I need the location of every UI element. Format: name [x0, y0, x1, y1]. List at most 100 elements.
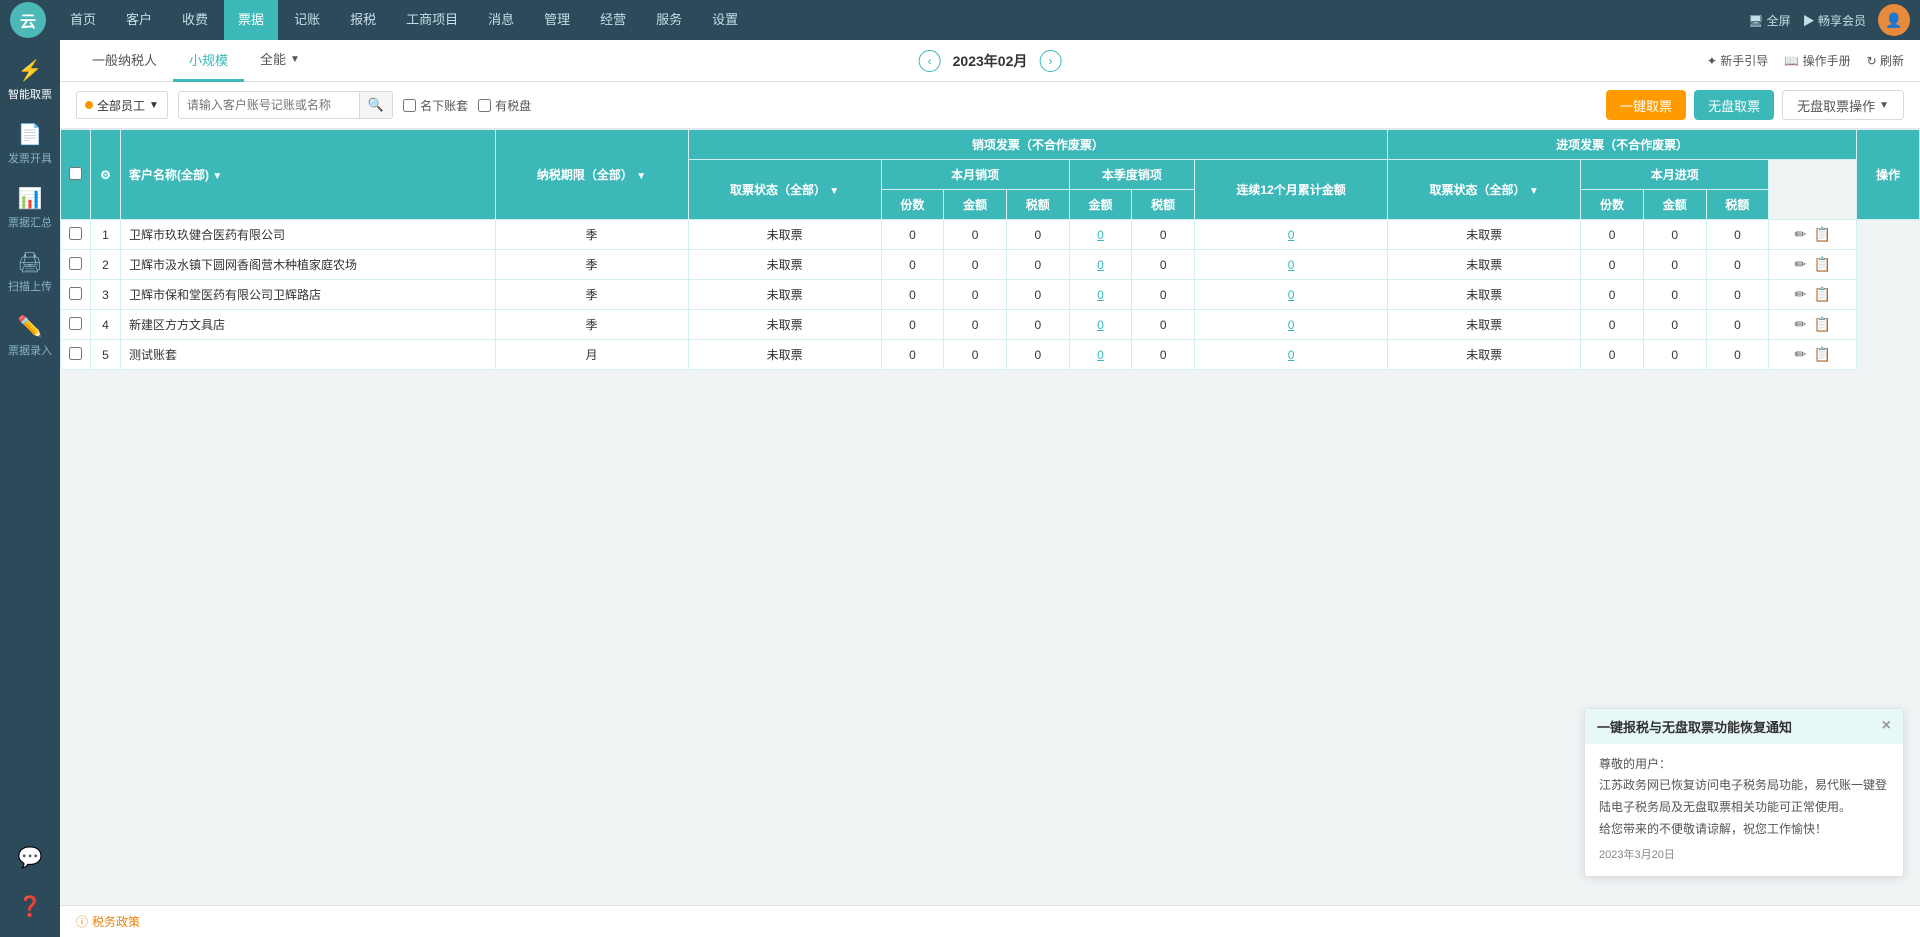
guide-btn[interactable]: ✦ 新手引导 [1707, 52, 1768, 69]
row-checkbox-0[interactable] [69, 227, 82, 240]
settings-icon[interactable]: ⚙ [100, 168, 111, 182]
customer-filter-icon[interactable]: ▼ [212, 171, 222, 182]
edit-icon-4[interactable]: ✏ [1794, 346, 1806, 362]
checkbox-my-account[interactable]: 名下账套 [403, 97, 468, 114]
row-checkbox-cell [61, 250, 91, 280]
table-row: 3 卫辉市保和堂医药有限公司卫辉路店 季 未取票 0 0 0 0 0 0 未取票… [61, 280, 1920, 310]
row-in-amount-cell: 0 [1643, 310, 1706, 340]
row-in-fetch-status-cell: 未取票 [1388, 310, 1581, 340]
row-in-shares-cell: 0 [1581, 220, 1644, 250]
view-icon-3[interactable]: 📋 [1814, 316, 1831, 332]
nav-business[interactable]: 工商项目 [392, 0, 472, 40]
checkbox-tax-disk-input[interactable] [478, 99, 491, 112]
sidebar-item-smart-fetch[interactable]: ⚡ 智能取票 [2, 50, 58, 110]
sidebar-bottom-chat[interactable]: 💬 [2, 837, 58, 878]
row-monthly-amount-cell: 0 [944, 280, 1007, 310]
row-customer-cell: 卫辉市玖玖健合医药有限公司 [121, 220, 496, 250]
row-checkbox-1[interactable] [69, 257, 82, 270]
col-customer-header: 客户名称(全部) ▼ [121, 130, 496, 220]
row-num-cell: 4 [91, 310, 121, 340]
nav-invoice[interactable]: 票据 [224, 0, 278, 40]
row-checkbox-3[interactable] [69, 317, 82, 330]
nav-fee[interactable]: 收费 [168, 0, 222, 40]
row-twelve-amount-cell: 0 [1195, 250, 1388, 280]
view-icon-4[interactable]: 📋 [1814, 346, 1831, 362]
edit-icon-3[interactable]: ✏ [1794, 316, 1806, 332]
nav-tax[interactable]: 报税 [336, 0, 390, 40]
sidebar-item-entry[interactable]: ✏️ 票据录入 [2, 306, 58, 366]
entry-icon: ✏️ [18, 314, 43, 339]
notification-close-btn[interactable]: × [1882, 717, 1891, 735]
fullscreen-btn[interactable]: 🖥 全屏 [1748, 12, 1791, 29]
row-monthly-shares-cell: 0 [881, 220, 944, 250]
col-settings: ⚙ [91, 130, 121, 220]
sidebar-bottom-help[interactable]: ❓ [2, 886, 58, 927]
period-filter-icon[interactable]: ▼ [636, 171, 646, 182]
row-monthly-tax-cell: 0 [1006, 220, 1069, 250]
edit-icon-1[interactable]: ✏ [1794, 256, 1806, 272]
col-12month-header: 连续12个月累计金额 [1195, 160, 1388, 220]
nav-bookkeeping[interactable]: 记账 [280, 0, 334, 40]
nav-message[interactable]: 消息 [474, 0, 528, 40]
row-num-cell: 2 [91, 250, 121, 280]
no-disk-fetch-btn[interactable]: 无盘取票 [1694, 90, 1774, 120]
sidebar-item-scan-upload[interactable]: 🖨 扫描上传 [2, 242, 58, 302]
refresh-btn[interactable]: ↻ 刷新 [1867, 52, 1904, 69]
notification-apology: 给您带来的不便敬请谅解，祝您工作愉快！ [1599, 819, 1889, 841]
row-quarterly-amount-cell: 0 [1069, 250, 1132, 280]
manual-btn[interactable]: 📖 操作手册 [1784, 52, 1850, 69]
search-button[interactable]: 🔍 [359, 91, 392, 119]
nav-home[interactable]: 首页 [56, 0, 110, 40]
row-period-cell: 季 [495, 250, 688, 280]
tab-general-taxpayer[interactable]: 一般纳税人 [76, 40, 173, 82]
row-monthly-amount-cell: 0 [944, 310, 1007, 340]
notification-header: 一键报税与无盘取票功能恢复通知 × [1585, 709, 1903, 744]
row-monthly-amount-cell: 0 [944, 340, 1007, 370]
tab-small-scale[interactable]: 小规模 [173, 40, 244, 82]
table-body: 1 卫辉市玖玖健合医药有限公司 季 未取票 0 0 0 0 0 0 未取票 0 … [61, 220, 1920, 370]
sidebar-item-invoice-issue[interactable]: 📄 发票开具 [2, 114, 58, 174]
one-key-fetch-btn[interactable]: 一键取票 [1606, 90, 1686, 120]
row-period-cell: 季 [495, 280, 688, 310]
view-icon-2[interactable]: 📋 [1814, 286, 1831, 302]
tax-policy-link[interactable]: 税务政策 [92, 913, 140, 930]
row-monthly-tax-cell: 0 [1006, 340, 1069, 370]
row-customer-cell: 卫辉市汲水镇下圆网香阁营木种植家庭农场 [121, 250, 496, 280]
edit-icon-0[interactable]: ✏ [1794, 226, 1806, 242]
prev-month-btn[interactable]: ‹ [919, 50, 941, 72]
col-monthly-sales-header: 本月销项 [881, 160, 1069, 190]
fetch-status-filter-icon[interactable]: ▼ [829, 186, 839, 197]
no-disk-op-btn[interactable]: 无盘取票操作 ▼ [1782, 90, 1904, 120]
sidebar-item-summary[interactable]: 📊 票据汇总 [2, 178, 58, 238]
row-action-cell: ✏ 📋 [1769, 250, 1857, 280]
row-quarterly-tax-cell: 0 [1132, 340, 1195, 370]
next-month-btn[interactable]: › [1039, 50, 1061, 72]
view-icon-0[interactable]: 📋 [1814, 226, 1831, 242]
nav-operation[interactable]: 经营 [586, 0, 640, 40]
nav-customer[interactable]: 客户 [112, 0, 166, 40]
search-input[interactable] [179, 98, 359, 112]
row-checkbox-4[interactable] [69, 347, 82, 360]
smart-fetch-icon: ⚡ [18, 58, 43, 83]
user-avatar[interactable]: 👤 [1878, 4, 1910, 36]
edit-icon-2[interactable]: ✏ [1794, 286, 1806, 302]
row-checkbox-2[interactable] [69, 287, 82, 300]
col-monthly-in-amount: 金额 [1643, 190, 1706, 220]
row-in-tax-cell: 0 [1706, 280, 1769, 310]
nav-manage[interactable]: 管理 [530, 0, 584, 40]
checkbox-tax-disk[interactable]: 有税盘 [478, 97, 531, 114]
notification-body: 尊敬的用户： 江苏政务网已恢复访问电子税务局功能，易代账一键登陆电子税务局及无盘… [1585, 744, 1903, 876]
row-customer-cell: 卫辉市保和堂医药有限公司卫辉路店 [121, 280, 496, 310]
nav-service[interactable]: 服务 [642, 0, 696, 40]
summary-icon: 📊 [18, 186, 43, 211]
view-icon-1[interactable]: 📋 [1814, 256, 1831, 272]
nav-settings[interactable]: 设置 [698, 0, 752, 40]
checkbox-my-account-input[interactable] [403, 99, 416, 112]
member-btn[interactable]: ▶ 畅享会员 [1803, 12, 1866, 29]
employee-select[interactable]: 全部员工 ▼ [76, 91, 168, 119]
col-fetch-status-purchase: 取票状态（全部） ▼ [1388, 160, 1581, 220]
help-icon: ❓ [18, 894, 43, 919]
select-all-checkbox[interactable] [69, 167, 82, 180]
tab-all[interactable]: 全能 ▼ [244, 40, 316, 82]
fetch-status2-filter-icon[interactable]: ▼ [1529, 186, 1539, 197]
